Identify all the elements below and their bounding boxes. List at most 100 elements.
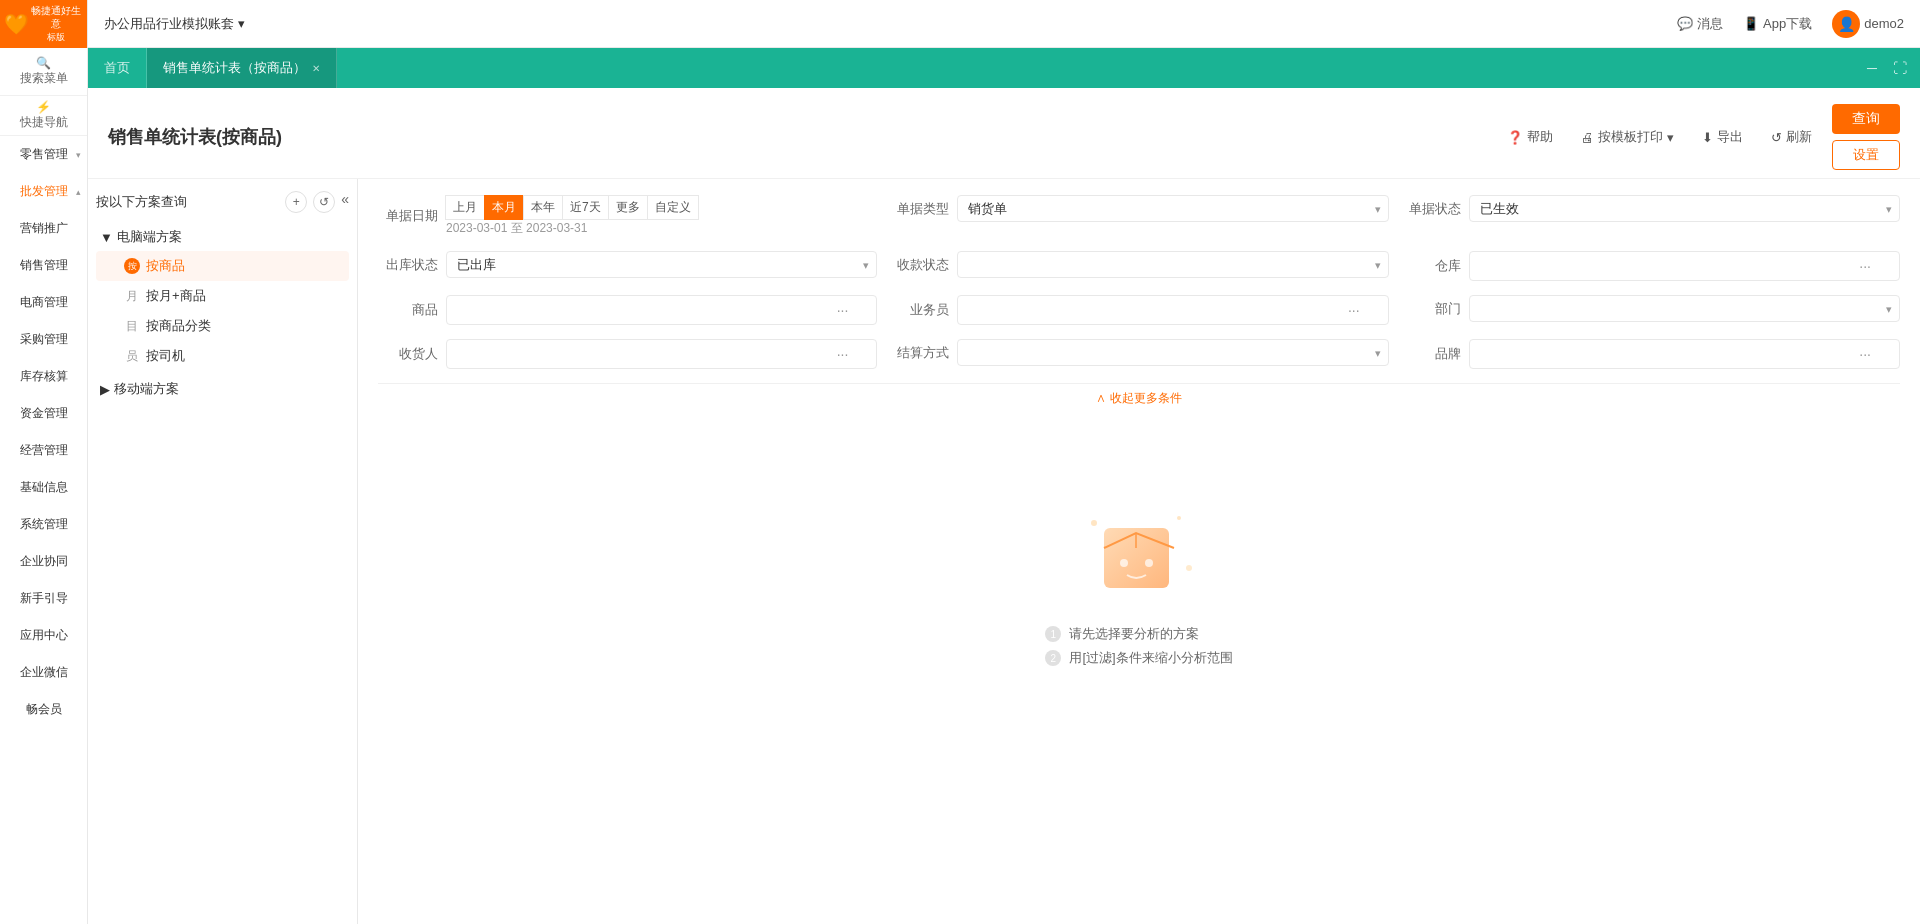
sidebar-item-operations[interactable]: 经营管理	[0, 432, 87, 469]
goods-label: 商品	[378, 301, 438, 319]
goods-input[interactable]: ···	[446, 295, 877, 325]
svg-point-3	[1145, 559, 1153, 567]
empty-tip-2: 2 用[过滤]条件来缩小分析范围	[1045, 649, 1232, 667]
filter-panel-header: 按以下方案查询 + ↺ «	[96, 191, 349, 213]
sidebar-item-system[interactable]: 系统管理	[0, 506, 87, 543]
print-template-button[interactable]: 🖨 按模板打印 ▾	[1573, 124, 1682, 150]
sidebar-item-retail[interactable]: 零售管理 ▾	[0, 136, 87, 173]
collapse-bar[interactable]: ∧ 收起更多条件	[378, 383, 1900, 413]
sidebar-item-purchase[interactable]: 采购管理	[0, 321, 87, 358]
date-tab-this-year[interactable]: 本年	[523, 195, 563, 220]
bill-status-select[interactable]: 已生效	[1469, 195, 1900, 222]
warehouse-field: 仓库 ···	[1401, 251, 1900, 281]
scheme-item-by-goods[interactable]: 按 按商品	[96, 251, 349, 281]
date-tab-custom[interactable]: 自定义	[647, 195, 699, 220]
sidebar-item-basic-info[interactable]: 基础信息	[0, 469, 87, 506]
date-label: 单据日期	[378, 207, 438, 225]
bill-type-select[interactable]: 销货单	[957, 195, 1388, 222]
tab-close-icon[interactable]: ✕	[312, 63, 320, 74]
help-button[interactable]: ❓ 帮助	[1499, 124, 1561, 150]
bill-type-field: 单据类型 销货单	[889, 195, 1388, 222]
date-tab-7days[interactable]: 近7天	[562, 195, 609, 220]
sidebar-item-sales[interactable]: 销售管理	[0, 247, 87, 284]
receipt-status-label: 收款状态	[889, 256, 949, 274]
page-header: 销售单统计表(按商品) ❓ 帮助 🖨 按模板打印 ▾ ⬇ 导出	[88, 88, 1920, 179]
sidebar-item-finance[interactable]: 资金管理	[0, 395, 87, 432]
collapse-panel-button[interactable]: «	[341, 191, 349, 213]
sidebar-item-app-center[interactable]: 应用中心	[0, 617, 87, 654]
page-actions: ❓ 帮助 🖨 按模板打印 ▾ ⬇ 导出 ↺ 刷新	[1499, 104, 1900, 170]
date-range-text: 2023-03-01 至 2023-03-31	[446, 220, 877, 237]
tab-sales-report[interactable]: 销售单统计表（按商品） ✕	[147, 48, 337, 88]
sidebar-quick-nav[interactable]: ⚡ 快捷导航	[0, 96, 87, 136]
date-tab-more[interactable]: 更多	[608, 195, 648, 220]
out-status-field: 出库状态 已出库	[378, 251, 877, 278]
tab-bar: 首页 销售单统计表（按商品） ✕ ─ ⛶	[88, 48, 1920, 88]
salesman-input[interactable]: ···	[957, 295, 1388, 325]
sidebar-item-member[interactable]: 畅会员	[0, 691, 87, 728]
goods-field: 商品 ···	[378, 295, 877, 325]
tab-home[interactable]: 首页	[88, 48, 147, 88]
dots-icon: ···	[1859, 346, 1871, 362]
tab-maximize-button[interactable]: ⛶	[1888, 56, 1912, 80]
payment-select-wrapper	[957, 339, 1388, 366]
sidebar-item-cooperation[interactable]: 企业协同	[0, 543, 87, 580]
page-container: 销售单统计表(按商品) ❓ 帮助 🖨 按模板打印 ▾ ⬇ 导出	[88, 88, 1920, 924]
query-button[interactable]: 查询	[1832, 104, 1900, 134]
empty-state: 1 请先选择要分析的方案 2 用[过滤]条件来缩小分析范围	[378, 413, 1900, 747]
scheme-item-by-driver[interactable]: 员 按司机	[96, 341, 349, 371]
sidebar-item-wholesale[interactable]: 批发管理 ▴	[0, 173, 87, 210]
sidebar-item-marketing[interactable]: 营销推广	[0, 210, 87, 247]
receiver-input[interactable]: ···	[446, 339, 877, 369]
filter-panel-icons: + ↺ «	[285, 191, 349, 213]
refresh-button[interactable]: ↺ 刷新	[1763, 124, 1820, 150]
settings-button[interactable]: 设置	[1832, 140, 1900, 170]
user-menu[interactable]: 👤 demo2	[1832, 10, 1904, 38]
sidebar-item-wechat[interactable]: 企业微信	[0, 654, 87, 691]
content-area: 销售单统计表(按商品) ❓ 帮助 🖨 按模板打印 ▾ ⬇ 导出	[88, 88, 1920, 924]
payment-label: 结算方式	[889, 344, 949, 362]
download-icon: 📱	[1743, 16, 1759, 31]
collapse-label: ∧ 收起更多条件	[1096, 391, 1181, 405]
scheme-item-label: 按商品	[146, 257, 185, 275]
scheme-category-mobile-header[interactable]: ▶ 移动端方案	[96, 375, 349, 403]
main-area: 办公用品行业模拟账套 ▾ 💬 消息 📱 App下载 👤 demo2 首页	[88, 0, 1920, 924]
dept-select[interactable]	[1469, 295, 1900, 322]
message-button[interactable]: 💬 消息	[1677, 15, 1723, 33]
out-status-select[interactable]: 已出库	[446, 251, 877, 278]
help-icon: ❓	[1507, 130, 1523, 145]
empty-tip-1: 1 请先选择要分析的方案	[1045, 625, 1232, 643]
top-header: 办公用品行业模拟账套 ▾ 💬 消息 📱 App下载 👤 demo2	[88, 0, 1920, 48]
expand-arrow-icon: ▼	[100, 230, 113, 245]
sidebar-item-tutorial[interactable]: 新手引导	[0, 580, 87, 617]
app-download-button[interactable]: 📱 App下载	[1743, 15, 1812, 33]
scheme-item-by-month-goods[interactable]: 月 按月+商品	[96, 281, 349, 311]
message-icon: 💬	[1677, 16, 1693, 31]
svg-point-2	[1120, 559, 1128, 567]
sidebar-item-inventory[interactable]: 库存核算	[0, 358, 87, 395]
tab-minimize-button[interactable]: ─	[1860, 56, 1884, 80]
query-panel: 单据日期 上月 本月 本年 近7天 更多 自定义 20	[358, 179, 1920, 924]
refresh-scheme-button[interactable]: ↺	[313, 191, 335, 213]
export-button[interactable]: ⬇ 导出	[1694, 124, 1751, 150]
add-scheme-button[interactable]: +	[285, 191, 307, 213]
date-tab-this-month[interactable]: 本月	[484, 195, 524, 220]
svg-point-6	[1186, 565, 1192, 571]
dots-icon: ···	[1859, 258, 1871, 274]
sidebar-item-ecommerce[interactable]: 电商管理	[0, 284, 87, 321]
sidebar-search[interactable]: 🔍 搜索菜单	[0, 48, 87, 96]
salesman-label: 业务员	[889, 301, 949, 319]
industry-label: 办公用品行业模拟账套	[104, 15, 234, 33]
industry-selector[interactable]: 办公用品行业模拟账套 ▾	[104, 15, 245, 33]
svg-point-5	[1177, 516, 1181, 520]
dots-icon: ···	[1348, 302, 1360, 318]
brand-input[interactable]: ···	[1469, 339, 1900, 369]
payment-select[interactable]	[957, 339, 1388, 366]
warehouse-input[interactable]: ···	[1469, 251, 1900, 281]
expand-arrow-icon: ▶	[100, 382, 110, 397]
tip-number-1: 1	[1045, 626, 1061, 642]
scheme-item-by-category[interactable]: 目 按商品分类	[96, 311, 349, 341]
date-tab-last-month[interactable]: 上月	[445, 195, 485, 220]
receipt-status-select[interactable]	[957, 251, 1388, 278]
scheme-category-pc-header[interactable]: ▼ 电脑端方案	[96, 223, 349, 251]
